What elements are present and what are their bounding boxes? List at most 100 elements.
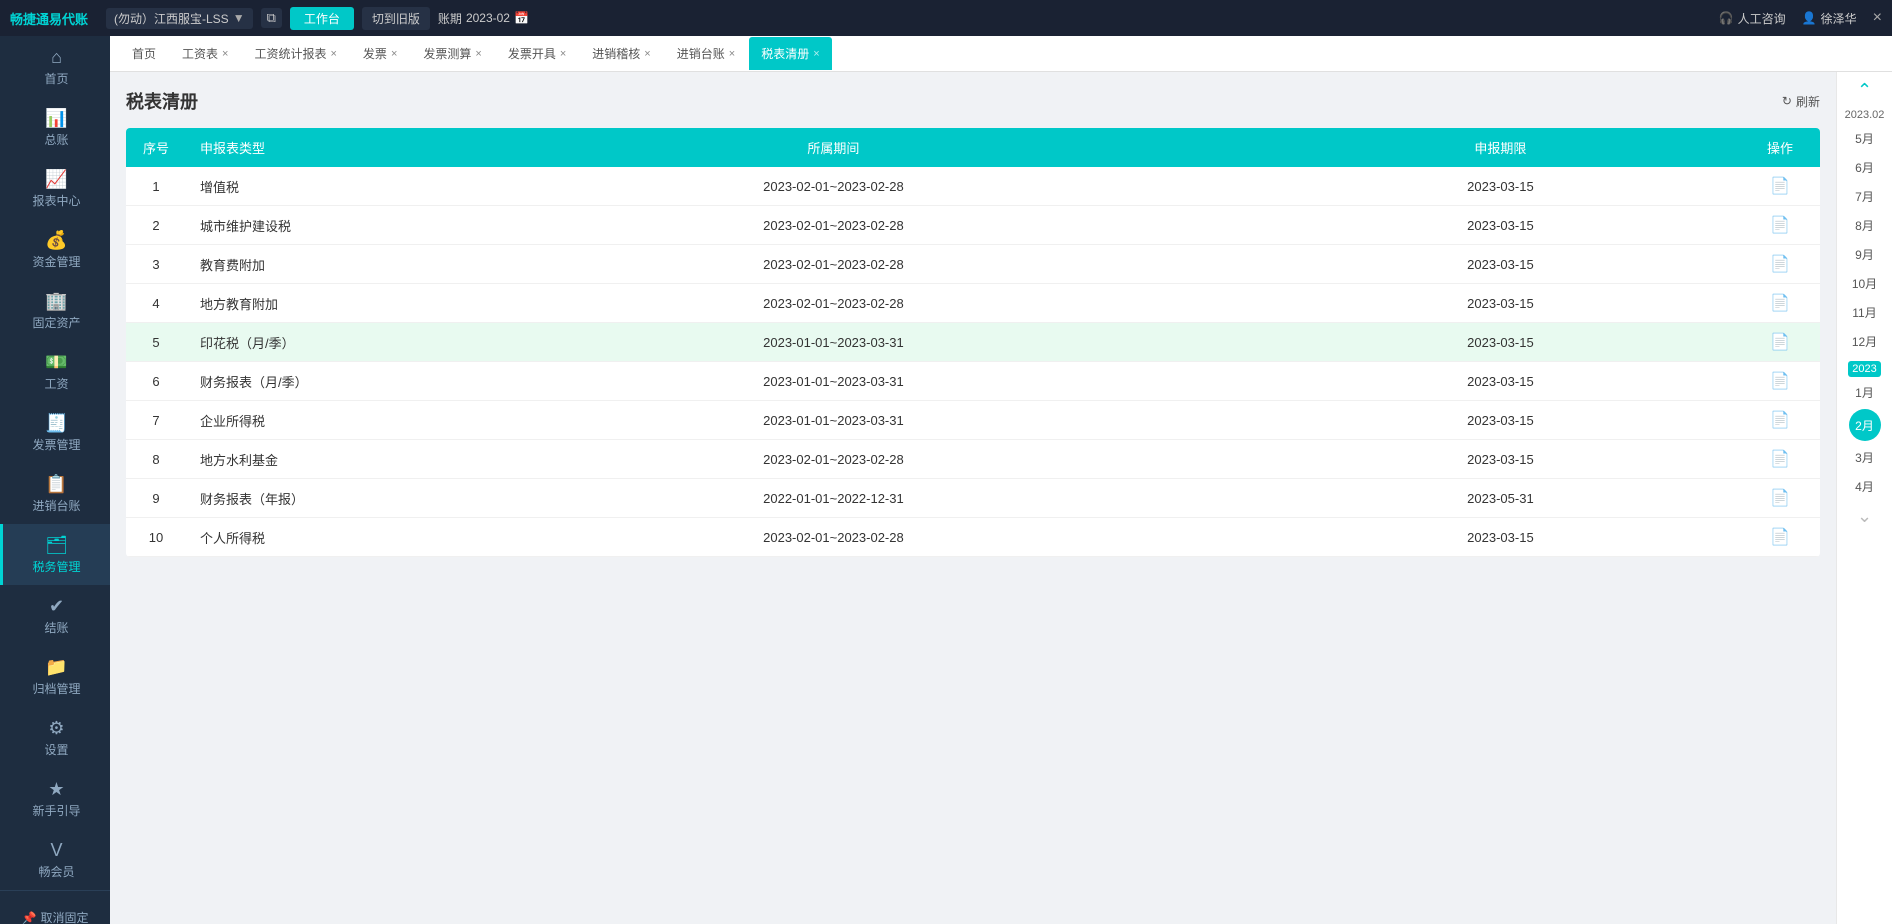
tab-close-purchase-ledger[interactable]: × — [729, 48, 735, 60]
tab-close-invoice-open[interactable]: × — [560, 48, 566, 60]
month-2023-4月[interactable]: 4月 — [1845, 473, 1885, 500]
action-icon[interactable]: 📄 — [1770, 529, 1790, 546]
cell-action: 📄 — [1740, 245, 1820, 284]
period-display: 账期 2023-02 📅 — [438, 10, 529, 27]
year-tag-2023[interactable]: 2023 — [1848, 361, 1880, 377]
sidebar-label: 资金管理 — [32, 253, 80, 270]
tab-tax-register[interactable]: 税表清册× — [749, 37, 831, 70]
human-consult-btn[interactable]: 🎧 人工咨询 — [1719, 10, 1786, 27]
tab-home[interactable]: 首页 — [120, 37, 168, 70]
action-icon[interactable]: 📄 — [1770, 178, 1790, 195]
cell-no: 6 — [126, 362, 186, 401]
tab-close-salary-report[interactable]: × — [330, 48, 336, 60]
month-5月[interactable]: 5月 — [1845, 125, 1885, 152]
month-8月[interactable]: 8月 — [1845, 212, 1885, 239]
sidebar-label: 税务管理 — [32, 558, 80, 575]
tab-invoice[interactable]: 发票× — [351, 37, 409, 70]
company-copy-btn[interactable]: ⧉ — [261, 8, 282, 28]
invoice-icon: 🧾 — [45, 414, 67, 432]
sidebar-item-purchase[interactable]: 📋进销台账 — [0, 463, 110, 524]
user-profile-btn[interactable]: 👤 徐泽华 — [1802, 10, 1857, 27]
cell-period: 2023-01-01~2023-03-31 — [406, 323, 1261, 362]
cell-deadline: 2023-03-15 — [1261, 323, 1740, 362]
month-2023-2月[interactable]: 2月 — [1849, 409, 1881, 441]
action-icon[interactable]: 📄 — [1770, 412, 1790, 429]
cell-no: 5 — [126, 323, 186, 362]
sidebar-item-vip[interactable]: V畅会员 — [0, 829, 110, 890]
cell-no: 3 — [126, 245, 186, 284]
sidebar-item-settlement[interactable]: ✔结账 — [0, 585, 110, 646]
tab-salary-report[interactable]: 工资统计报表× — [242, 37, 348, 70]
headset-icon: 🎧 — [1719, 11, 1734, 25]
fund-icon: 💰 — [45, 231, 67, 249]
archive-icon: 📁 — [45, 658, 67, 676]
sidebar-label: 工资 — [44, 375, 68, 392]
company-name: (勿动）江西服宝-LSS — [114, 10, 229, 27]
sidebar-item-tax[interactable]: 🗂税务管理 — [0, 524, 110, 585]
action-icon[interactable]: 📄 — [1770, 490, 1790, 507]
month-9月[interactable]: 9月 — [1845, 241, 1885, 268]
cell-type: 财务报表（年报） — [186, 479, 406, 518]
month-10月[interactable]: 10月 — [1845, 270, 1885, 297]
sidebar-item-fund[interactable]: 💰 资金管理 — [0, 219, 110, 280]
tab-close-invoice-calc[interactable]: × — [475, 48, 481, 60]
month-11月[interactable]: 11月 — [1845, 299, 1885, 326]
sidebar-item-salary[interactable]: 💵工资 — [0, 341, 110, 402]
cell-type: 地方水利基金 — [186, 440, 406, 479]
tab-close-invoice[interactable]: × — [391, 48, 397, 60]
page-content: 税表清册 ↻ 刷新 序号 申报表类型 所属期间 申报期限 操作 — [110, 72, 1892, 924]
action-icon[interactable]: 📄 — [1770, 295, 1790, 312]
table-row: 7 企业所得税 2023-01-01~2023-03-31 2023-03-15… — [126, 401, 1820, 440]
action-icon[interactable]: 📄 — [1770, 451, 1790, 468]
tab-label: 首页 — [132, 45, 156, 62]
cell-period: 2023-02-01~2023-02-28 — [406, 518, 1261, 557]
unpin-btn[interactable]: 📌 取消固定 — [0, 901, 110, 924]
tab-purchase-ledger[interactable]: 进销台账× — [665, 37, 747, 70]
cell-deadline: 2023-05-31 — [1261, 479, 1740, 518]
sidebar-label: 报表中心 — [32, 192, 80, 209]
sidebar-item-invoice[interactable]: 🧾发票管理 — [0, 402, 110, 463]
action-icon[interactable]: 📄 — [1770, 217, 1790, 234]
refresh-btn[interactable]: ↻ 刷新 — [1782, 93, 1820, 110]
main-panel: 税表清册 ↻ 刷新 序号 申报表类型 所属期间 申报期限 操作 — [110, 72, 1836, 924]
scroll-down-btn[interactable]: ⌄ — [1857, 506, 1872, 527]
sidebar-item-ledger[interactable]: 📊总账 — [0, 97, 110, 158]
cell-deadline: 2023-03-15 — [1261, 518, 1740, 557]
cell-action: 📄 — [1740, 167, 1820, 206]
month-2023-1月[interactable]: 1月 — [1845, 379, 1885, 406]
cell-deadline: 2023-03-15 — [1261, 245, 1740, 284]
sidebar-item-report[interactable]: 📈报表中心 — [0, 158, 110, 219]
action-icon[interactable]: 📄 — [1770, 334, 1790, 351]
home-icon: ⌂ — [51, 48, 62, 66]
month-7月[interactable]: 7月 — [1845, 183, 1885, 210]
workbench-button[interactable]: 工作台 — [290, 7, 354, 30]
tab-close-purchase-check[interactable]: × — [644, 48, 650, 60]
tab-salary-table[interactable]: 工资表× — [170, 37, 240, 70]
tab-close-salary-table[interactable]: × — [222, 48, 228, 60]
cell-deadline: 2023-03-15 — [1261, 284, 1740, 323]
switch-old-btn[interactable]: 切到旧版 — [362, 7, 430, 30]
cell-period: 2023-02-01~2023-02-28 — [406, 440, 1261, 479]
action-icon[interactable]: 📄 — [1770, 373, 1790, 390]
tab-label: 发票开具 — [508, 45, 556, 62]
tab-invoice-open[interactable]: 发票开具 × — [496, 37, 578, 70]
tab-purchase-check[interactable]: 进销稽核× — [580, 37, 662, 70]
scroll-up-btn[interactable]: ⌃ — [1857, 80, 1872, 101]
month-2023-3月[interactable]: 3月 — [1845, 444, 1885, 471]
sidebar-item-archive[interactable]: 📁归档管理 — [0, 646, 110, 707]
sidebar-item-home[interactable]: ⌂首页 — [0, 36, 110, 97]
calendar-icon[interactable]: 📅 — [514, 11, 529, 25]
month-6月[interactable]: 6月 — [1845, 154, 1885, 181]
cell-no: 9 — [126, 479, 186, 518]
tab-invoice-calc[interactable]: 发票测算× — [411, 37, 493, 70]
tab-close-tax-register[interactable]: × — [813, 48, 819, 60]
sidebar-item-guide[interactable]: ★新手引导 — [0, 768, 110, 829]
sidebar-item-settings[interactable]: ⚙设置 — [0, 707, 110, 768]
cell-deadline: 2023-03-15 — [1261, 362, 1740, 401]
refresh-label: 刷新 — [1796, 93, 1820, 110]
window-close-btn[interactable]: × — [1873, 9, 1882, 27]
action-icon[interactable]: 📄 — [1770, 256, 1790, 273]
sidebar-item-asset[interactable]: 🏢固定资产 — [0, 280, 110, 341]
company-selector[interactable]: (勿动）江西服宝-LSS ▼ — [106, 8, 253, 29]
month-12月[interactable]: 12月 — [1845, 328, 1885, 355]
